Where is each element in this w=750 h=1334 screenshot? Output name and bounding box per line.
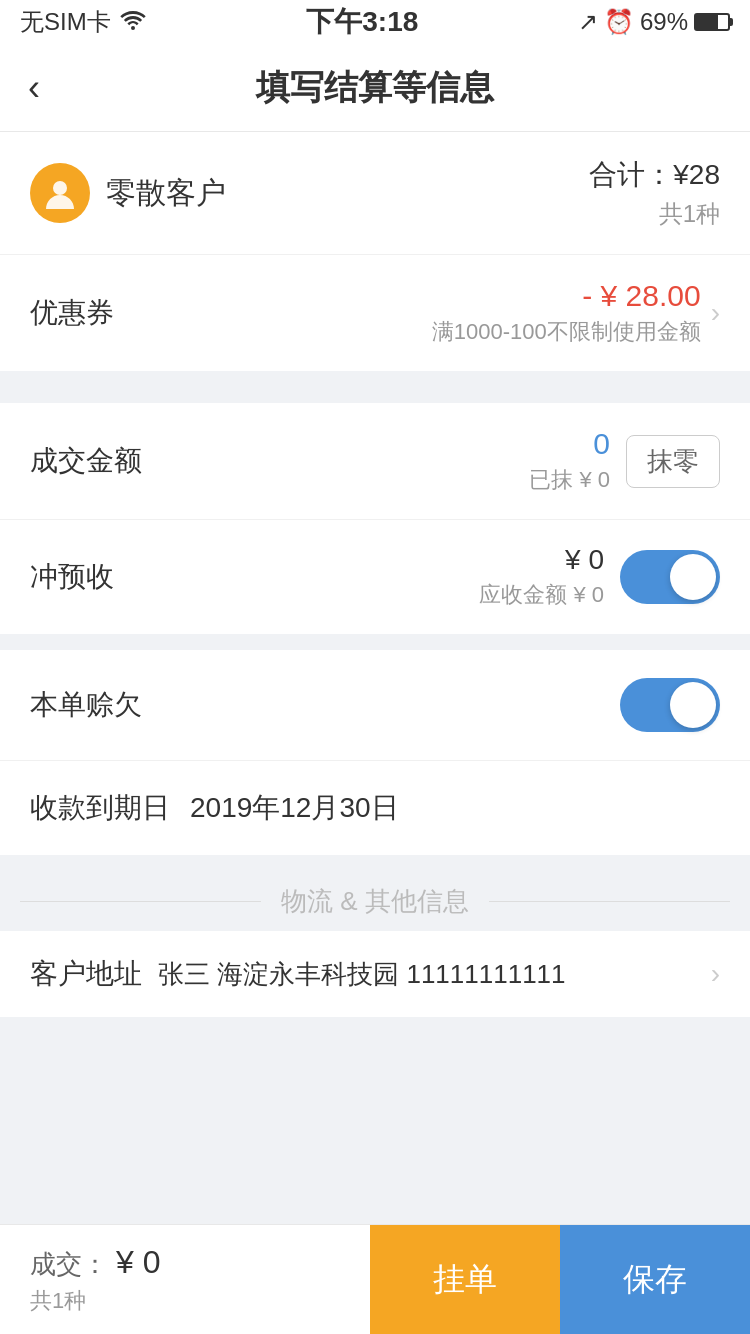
prepayment-row: 冲预收 ¥ 0 应收金额 ¥ 0 <box>0 520 750 634</box>
duedate-label: 收款到期日 <box>30 789 170 827</box>
location-icon: ↗ <box>578 8 598 36</box>
coupon-value-col: - ¥ 28.00 满1000-100不限制使用金额 <box>432 279 701 347</box>
prepayment-sub: 应收金额 ¥ 0 <box>479 580 604 610</box>
bottom-summary: 成交： ¥ 0 共1种 <box>0 1244 370 1316</box>
debt-row: 本单赊欠 <box>0 650 750 760</box>
prepayment-right: ¥ 0 应收金额 ¥ 0 <box>479 544 720 610</box>
coupon-row[interactable]: 优惠券 - ¥ 28.00 满1000-100不限制使用金额 › <box>0 254 750 371</box>
address-section: 客户地址 张三 海淀永丰科技园 11111111111 › <box>0 931 750 1017</box>
address-chevron-icon: › <box>711 958 720 990</box>
address-label: 客户地址 <box>30 955 142 993</box>
logistics-line-left <box>20 901 261 902</box>
prepayment-toggle[interactable] <box>620 550 720 604</box>
coupon-label: 优惠券 <box>30 294 114 332</box>
transaction-value-col: 0 已抹 ¥ 0 <box>529 427 610 495</box>
chevron-right-icon: › <box>711 297 720 329</box>
prepayment-value: ¥ 0 <box>479 544 604 576</box>
customer-row: 零散客户 合计：¥28 共1种 <box>0 132 750 254</box>
customer-count: 共1种 <box>589 198 720 230</box>
section-divider-1 <box>0 387 750 403</box>
duedate-value: 2019年12月30日 <box>190 789 399 827</box>
bottom-summary-amount: ¥ 0 <box>116 1244 160 1281</box>
hold-button[interactable]: 挂单 <box>370 1225 560 1335</box>
battery-icon <box>694 13 730 31</box>
bottom-bar: 成交： ¥ 0 共1种 挂单 保存 <box>0 1224 750 1334</box>
prepayment-label: 冲预收 <box>30 558 150 596</box>
address-row[interactable]: 客户地址 张三 海淀永丰科技园 11111111111 › <box>0 931 750 1017</box>
transaction-value: 0 <box>529 427 610 461</box>
content: 零散客户 合计：¥28 共1种 优惠券 - ¥ 28.00 满1000-100不… <box>0 132 750 1334</box>
section-divider-3 <box>0 855 750 871</box>
bottom-summary-main: 成交： ¥ 0 <box>30 1244 340 1282</box>
toggle-knob <box>670 554 716 600</box>
status-left: 无SIM卡 <box>20 6 147 38</box>
battery-percent: 69% <box>640 8 688 36</box>
round-zero-button[interactable]: 抹零 <box>626 435 720 488</box>
transaction-row: 成交金额 0 已抹 ¥ 0 抹零 <box>0 403 750 520</box>
customer-total: 合计：¥28 <box>589 156 720 194</box>
wifi-icon <box>119 8 147 36</box>
logistics-section-header: 物流 & 其他信息 <box>0 871 750 931</box>
customer-total-info: 合计：¥28 共1种 <box>589 156 720 230</box>
debt-label: 本单赊欠 <box>30 686 142 724</box>
debt-toggle-knob <box>670 682 716 728</box>
nav-bar: ‹ 填写结算等信息 <box>0 44 750 132</box>
status-bar: 无SIM卡 下午3:18 ↗ ⏰ 69% <box>0 0 750 44</box>
customer-info: 零散客户 <box>30 163 226 223</box>
spacer <box>0 1033 750 1233</box>
coupon-right: - ¥ 28.00 满1000-100不限制使用金额 › <box>432 279 720 347</box>
avatar <box>30 163 90 223</box>
status-time: 下午3:18 <box>306 3 418 41</box>
logistics-text: 物流 & 其他信息 <box>281 884 469 919</box>
status-right: ↗ ⏰ 69% <box>578 8 730 36</box>
debt-section: 本单赊欠 收款到期日 2019年12月30日 <box>0 650 750 855</box>
customer-section: 零散客户 合计：¥28 共1种 优惠券 - ¥ 28.00 满1000-100不… <box>0 132 750 371</box>
save-button[interactable]: 保存 <box>560 1225 750 1335</box>
transaction-right: 0 已抹 ¥ 0 抹零 <box>529 427 720 495</box>
coupon-amount: - ¥ 28.00 <box>432 279 701 313</box>
bottom-summary-label: 成交： <box>30 1247 108 1282</box>
section-divider-2 <box>0 634 750 650</box>
sim-text: 无SIM卡 <box>20 6 111 38</box>
coupon-desc: 满1000-100不限制使用金额 <box>432 317 701 347</box>
customer-name: 零散客户 <box>106 173 226 214</box>
back-button[interactable]: ‹ <box>28 67 40 109</box>
transaction-label: 成交金额 <box>30 442 150 480</box>
prepayment-value-col: ¥ 0 应收金额 ¥ 0 <box>479 544 604 610</box>
alarm-icon: ⏰ <box>604 8 634 36</box>
duedate-row: 收款到期日 2019年12月30日 <box>0 760 750 855</box>
transaction-sub: 已抹 ¥ 0 <box>529 465 610 495</box>
debt-toggle[interactable] <box>620 678 720 732</box>
page-title: 填写结算等信息 <box>256 65 494 111</box>
address-value: 张三 海淀永丰科技园 11111111111 <box>158 957 695 992</box>
bottom-summary-count: 共1种 <box>30 1286 340 1316</box>
form-section: 成交金额 0 已抹 ¥ 0 抹零 冲预收 ¥ 0 应收金额 ¥ 0 <box>0 403 750 634</box>
svg-point-0 <box>53 181 67 195</box>
logistics-line-right <box>489 901 730 902</box>
